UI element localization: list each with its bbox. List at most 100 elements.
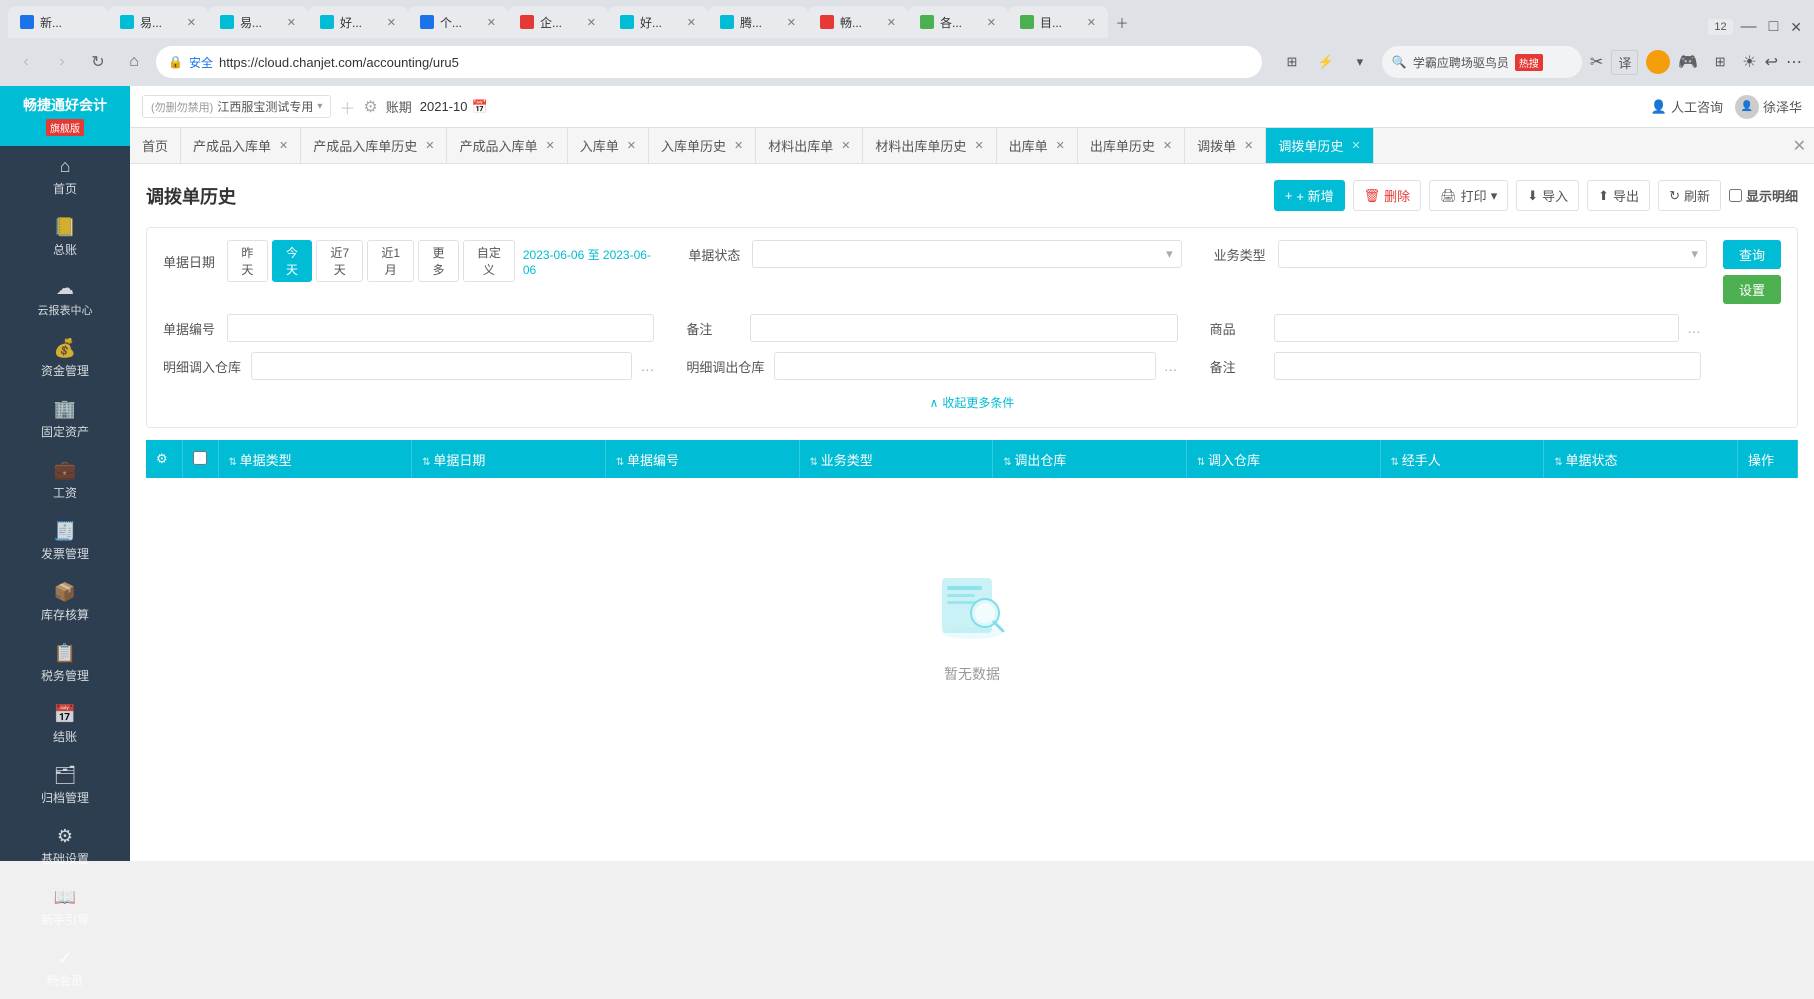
page-tab-product-in[interactable]: 产成品入库单 ✕ (181, 128, 301, 164)
browser-tab-5[interactable]: 个... ✕ (408, 6, 508, 38)
setting-button[interactable]: 设置 (1723, 275, 1781, 304)
user-button[interactable]: 👤 徐泽华 (1735, 95, 1802, 119)
table-header-out-warehouse[interactable]: ⇅ 调出仓库 (993, 440, 1187, 478)
address-bar[interactable]: 🔒 安全 https://cloud.chanjet.com/accountin… (156, 46, 1262, 78)
refresh-button[interactable]: ↻ 刷新 (1658, 180, 1721, 211)
page-tab-close-11[interactable]: ✕ (1351, 139, 1360, 152)
biztype-select[interactable]: ▾ (1278, 240, 1707, 268)
detail-in-input[interactable] (251, 352, 632, 380)
page-tab-close-6[interactable]: ✕ (841, 139, 850, 152)
goods-input[interactable] (1274, 314, 1679, 342)
date-btn-7days[interactable]: 近7天 (316, 240, 363, 282)
browser-tab-2[interactable]: 易... ✕ (108, 6, 208, 38)
import-button[interactable]: ⬇ 导入 (1516, 180, 1579, 211)
close-all-tabs-button[interactable]: ✕ (1785, 136, 1814, 156)
sidebar-item-capital[interactable]: 💰 资金管理 (0, 328, 130, 389)
note2-input[interactable] (1274, 352, 1701, 380)
sidebar-item-invoice[interactable]: 🧾 发票管理 (0, 511, 130, 572)
browser-tab-8[interactable]: 腾... ✕ (708, 6, 808, 38)
home-button[interactable]: ⌂ (120, 48, 148, 76)
table-header-status[interactable]: ⇅ 单据状态 (1544, 440, 1738, 478)
tab-close-2[interactable]: ✕ (187, 16, 196, 29)
page-tab-in-order[interactable]: 入库单 ✕ (568, 128, 649, 164)
tab-close-7[interactable]: ✕ (687, 16, 696, 29)
scissors-icon[interactable]: ✂ (1590, 52, 1603, 72)
query-button[interactable]: 查询 (1723, 240, 1781, 269)
page-tab-product-in2[interactable]: 产成品入库单 ✕ (447, 128, 567, 164)
browser-tab-1[interactable]: 新... (8, 6, 108, 38)
table-header-biz-type[interactable]: ⇅ 业务类型 (799, 440, 993, 478)
detail-out-ellipsis-button[interactable]: … (1164, 358, 1178, 374)
settings-gear-icon[interactable]: ⚙ (363, 97, 377, 117)
page-tab-out-order[interactable]: 出库单 ✕ (997, 128, 1078, 164)
tab-close-6[interactable]: ✕ (587, 16, 596, 29)
sidebar-item-stock[interactable]: 📦 库存核算 (0, 572, 130, 633)
lightning-button[interactable]: ⚡ (1312, 48, 1340, 76)
translate-button[interactable]: 译 (1611, 50, 1638, 75)
delete-button[interactable]: 🗑 删除 (1353, 180, 1422, 211)
sidebar-item-member[interactable]: ✓ 畅会员 (0, 938, 130, 999)
goods-ellipsis-button[interactable]: … (1687, 320, 1701, 336)
sidebar-item-settings[interactable]: ⚙ 基础设置 (0, 816, 130, 877)
refresh-button[interactable]: ↻ (84, 48, 112, 76)
grid-icon[interactable]: ⊞ (1706, 48, 1734, 76)
page-tab-close-8[interactable]: ✕ (1056, 139, 1065, 152)
browser-tab-11[interactable]: 目... ✕ (1008, 6, 1108, 38)
service-button[interactable]: 👤 人工咨询 (1651, 97, 1723, 116)
page-tab-close-3[interactable]: ✕ (546, 139, 555, 152)
brightness-icon[interactable]: ☀ (1742, 52, 1756, 72)
display-cols-toggle[interactable]: 显示明细 (1729, 186, 1798, 205)
page-tab-close-4[interactable]: ✕ (627, 139, 636, 152)
page-tab-close-5[interactable]: ✕ (734, 139, 743, 152)
tab-close-5[interactable]: ✕ (487, 16, 496, 29)
page-tab-in-history[interactable]: 入库单历史 ✕ (649, 128, 756, 164)
date-btn-month[interactable]: 近1月 (367, 240, 414, 282)
page-tab-product-in-history[interactable]: 产成品入库单历史 ✕ (301, 128, 447, 164)
browser-tab-7[interactable]: 好... ✕ (608, 6, 708, 38)
forward-button[interactable]: › (48, 48, 76, 76)
browser-tab-6[interactable]: 企... ✕ (508, 6, 608, 38)
tab-close-4[interactable]: ✕ (387, 16, 396, 29)
more-icon[interactable]: ⋯ (1786, 52, 1802, 72)
tab-close-8[interactable]: ✕ (787, 16, 796, 29)
page-tab-close-9[interactable]: ✕ (1163, 139, 1172, 152)
close-button[interactable]: ✕ (1786, 19, 1806, 36)
note-input[interactable] (750, 314, 1177, 342)
table-header-gear[interactable]: ⚙ (146, 440, 182, 478)
page-tab-close-7[interactable]: ✕ (974, 139, 983, 152)
collapse-button[interactable]: ∧ 收起更多条件 (163, 390, 1781, 415)
detail-out-input[interactable] (774, 352, 1155, 380)
print-button[interactable]: 🖨 打印 ▾ (1429, 180, 1508, 211)
sidebar-item-salary[interactable]: 💼 工资 (0, 450, 130, 511)
tab-close-11[interactable]: ✕ (1087, 16, 1096, 29)
page-tab-transfer[interactable]: 调拨单 ✕ (1185, 128, 1266, 164)
page-tab-out-history[interactable]: 出库单历史 ✕ (1078, 128, 1185, 164)
table-header-handler[interactable]: ⇅ 经手人 (1380, 440, 1544, 478)
page-tab-transfer-history[interactable]: 调拨单历史 ✕ (1266, 128, 1373, 164)
export-button[interactable]: ⬆ 导出 (1587, 180, 1650, 211)
browser-tab-10[interactable]: 各... ✕ (908, 6, 1008, 38)
company-selector[interactable]: (勿删勿禁用) 江西服宝测试专用 ▾ (142, 95, 331, 118)
date-btn-more[interactable]: 更多 (418, 240, 459, 282)
sidebar-item-home[interactable]: ⌂ 首页 (0, 146, 130, 207)
page-tab-close-2[interactable]: ✕ (425, 139, 434, 152)
display-cols-checkbox[interactable] (1729, 189, 1742, 202)
minimize-button[interactable]: — (1737, 18, 1761, 36)
browser-tab-4[interactable]: 好... ✕ (308, 6, 408, 38)
period-value[interactable]: 2021-10 📅 (420, 99, 488, 115)
extensions-button[interactable]: ⊞ (1278, 48, 1306, 76)
status-select-display[interactable]: ▾ (752, 240, 1181, 268)
back-button[interactable]: ‹ (12, 48, 40, 76)
table-header-in-warehouse[interactable]: ⇅ 调入仓库 (1186, 440, 1380, 478)
sidebar-item-close[interactable]: 📅 结账 (0, 694, 130, 755)
page-tab-close-10[interactable]: ✕ (1244, 139, 1253, 152)
page-tab-material-out[interactable]: 材料出库单 ✕ (756, 128, 863, 164)
extension-icon-1[interactable] (1646, 50, 1670, 74)
browser-tab-3[interactable]: 易... ✕ (208, 6, 308, 38)
page-tab-home[interactable]: 首页 (130, 128, 181, 164)
tab-close-3[interactable]: ✕ (287, 16, 296, 29)
date-btn-yesterday[interactable]: 昨天 (227, 240, 268, 282)
table-header-order-date[interactable]: ⇅ 单据日期 (412, 440, 606, 478)
orderno-input[interactable] (227, 314, 654, 342)
maximize-button[interactable]: □ (1765, 18, 1783, 36)
